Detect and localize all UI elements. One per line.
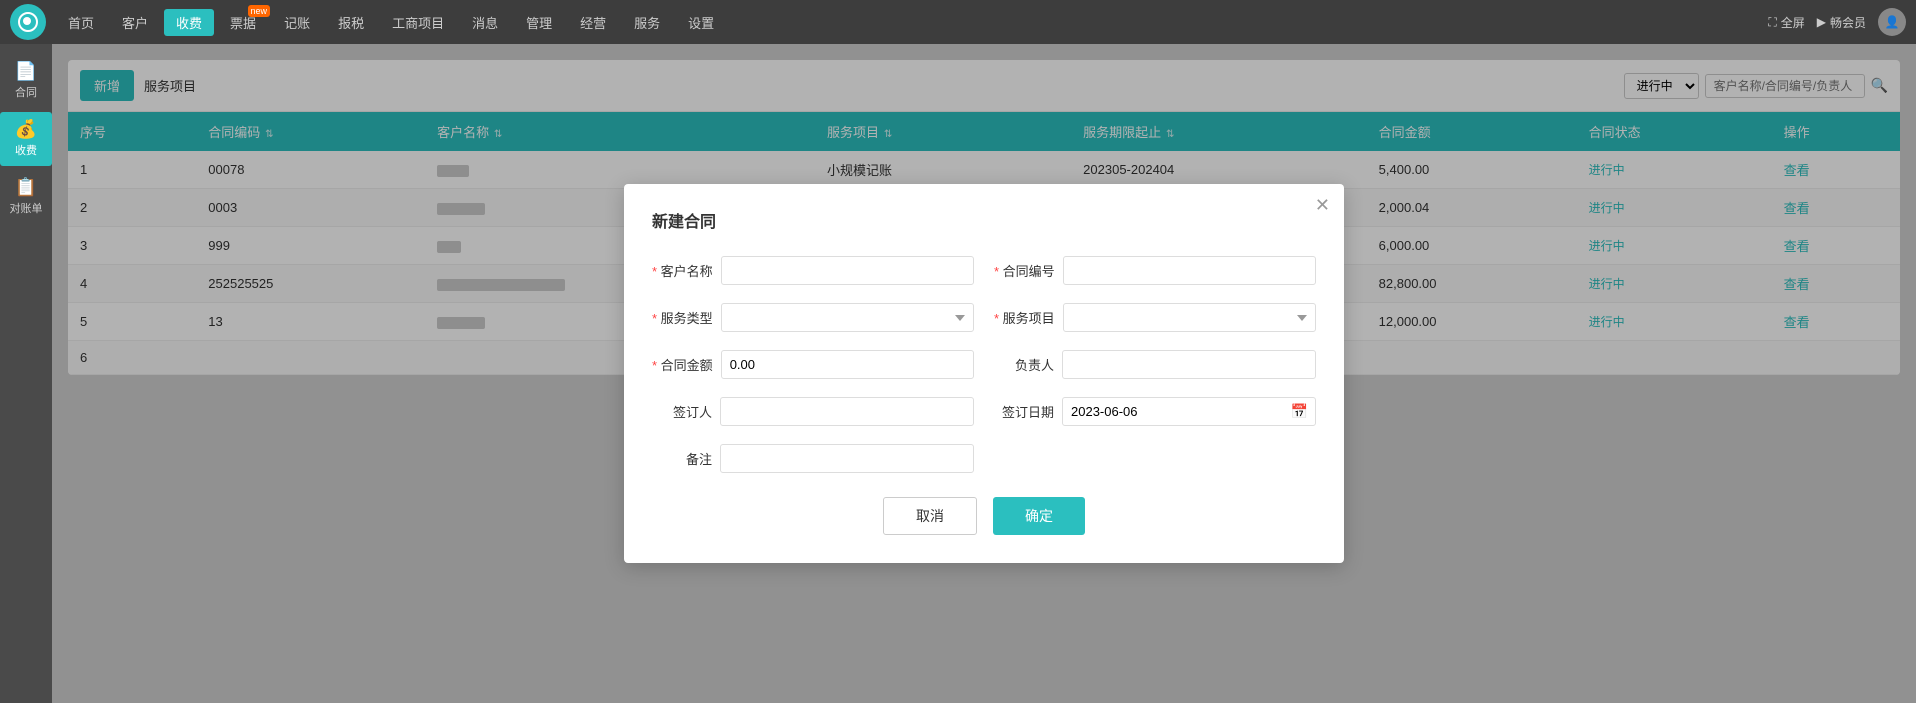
sidebar-label: 合同 [15, 84, 37, 100]
modal-title: 新建合同 [652, 208, 1316, 232]
member-button[interactable]: ▶ 畅会员 [1817, 14, 1866, 31]
sidebar: 📄 合同 💰 收费 📋 对账单 [0, 44, 52, 703]
member-icon: ▶ [1817, 15, 1826, 29]
sidebar-icon: 📄 [15, 62, 37, 80]
calendar-icon[interactable]: 📅 [1291, 403, 1308, 420]
nav-item-收费[interactable]: 收费 [164, 9, 214, 36]
contract-amount-group: 合同金额 [652, 350, 974, 379]
nav-item-服务[interactable]: 服务 [622, 9, 672, 36]
note-group: 备注 [652, 444, 974, 473]
member-label: 畅会员 [1830, 14, 1866, 31]
sidebar-label: 对账单 [10, 200, 43, 216]
sign-date-input[interactable] [1062, 397, 1316, 426]
note-input[interactable] [720, 444, 974, 473]
nav-badge: new [248, 5, 271, 17]
customer-name-group: 客户名称 [652, 256, 974, 285]
service-item-group: 服务项目 [994, 303, 1316, 332]
top-nav: 首页客户收费票据new记账报税工商项目消息管理经营服务设置 ⛶ 全屏 ▶ 畅会员… [0, 0, 1916, 44]
form-row-3: 合同金额 负责人 [652, 350, 1316, 379]
sidebar-label: 收费 [15, 142, 37, 158]
content-area: 新增 服务项目 进行中已完成已终止 🔍 序号合同编码 ⇅客户名称 ⇅服务项目 ⇅… [52, 44, 1916, 703]
sign-date-wrapper: 📅 [1062, 397, 1316, 426]
signer-group: 签订人 [652, 397, 974, 426]
nav-item-经营[interactable]: 经营 [568, 9, 618, 36]
form-row-1: 客户名称 合同编号 [652, 256, 1316, 285]
signer-label: 签订人 [652, 402, 712, 421]
responsible-input[interactable] [1062, 350, 1316, 379]
nav-items: 首页客户收费票据new记账报税工商项目消息管理经营服务设置 [56, 9, 1768, 36]
nav-right: ⛶ 全屏 ▶ 畅会员 👤 [1768, 8, 1906, 36]
customer-name-input[interactable] [721, 256, 974, 285]
contract-amount-input[interactable] [721, 350, 974, 379]
service-item-label: 服务项目 [994, 308, 1055, 327]
sidebar-item-对账单[interactable]: 📋 对账单 [0, 170, 52, 224]
modal-overlay: ✕ 新建合同 客户名称 合同编号 服务类型 [52, 44, 1916, 703]
confirm-button[interactable]: 确定 [993, 497, 1085, 535]
sidebar-icon: 💰 [15, 120, 37, 138]
sidebar-icon: 📋 [15, 178, 37, 196]
avatar-icon: 👤 [1885, 15, 1900, 29]
cancel-button[interactable]: 取消 [883, 497, 977, 535]
contract-amount-label: 合同金额 [652, 355, 713, 374]
nav-item-报税[interactable]: 报税 [326, 9, 376, 36]
nav-item-记账[interactable]: 记账 [272, 9, 322, 36]
nav-item-客户[interactable]: 客户 [110, 9, 160, 36]
customer-name-label: 客户名称 [652, 261, 713, 280]
fullscreen-button[interactable]: ⛶ 全屏 [1768, 14, 1804, 31]
responsible-label: 负责人 [994, 355, 1054, 374]
note-label: 备注 [652, 449, 712, 468]
sidebar-item-收费[interactable]: 💰 收费 [0, 112, 52, 166]
service-type-label: 服务类型 [652, 308, 713, 327]
fullscreen-label: 全屏 [1781, 14, 1805, 31]
sign-date-group: 签订日期 📅 [994, 397, 1316, 426]
fullscreen-icon: ⛶ [1768, 15, 1776, 30]
form-row-2: 服务类型 服务项目 [652, 303, 1316, 332]
nav-item-管理[interactable]: 管理 [514, 9, 564, 36]
contract-no-group: 合同编号 [994, 256, 1316, 285]
nav-item-工商项目[interactable]: 工商项目 [380, 9, 456, 36]
signer-input[interactable] [720, 397, 974, 426]
contract-no-input[interactable] [1063, 256, 1316, 285]
contract-no-label: 合同编号 [994, 261, 1055, 280]
nav-item-票据[interactable]: 票据new [218, 9, 268, 36]
form-row-5: 备注 [652, 444, 1316, 473]
form-row-4: 签订人 签订日期 📅 [652, 397, 1316, 426]
new-contract-modal: ✕ 新建合同 客户名称 合同编号 服务类型 [624, 184, 1344, 563]
responsible-group: 负责人 [994, 350, 1316, 379]
service-type-group: 服务类型 [652, 303, 974, 332]
app-logo[interactable] [10, 4, 46, 40]
service-type-select[interactable] [721, 303, 974, 332]
nav-item-首页[interactable]: 首页 [56, 9, 106, 36]
sidebar-item-合同[interactable]: 📄 合同 [0, 54, 52, 108]
nav-item-设置[interactable]: 设置 [676, 9, 726, 36]
sign-date-label: 签订日期 [994, 402, 1054, 421]
modal-footer: 取消 确定 [652, 497, 1316, 535]
avatar[interactable]: 👤 [1878, 8, 1906, 36]
main-layout: 📄合同💰收费📋对账单 新增 服务项目 进行中已完成已终止 🔍 [0, 44, 1916, 703]
nav-item-消息[interactable]: 消息 [460, 9, 510, 36]
service-item-select[interactable] [1063, 303, 1316, 332]
modal-close-button[interactable]: ✕ [1315, 196, 1330, 214]
